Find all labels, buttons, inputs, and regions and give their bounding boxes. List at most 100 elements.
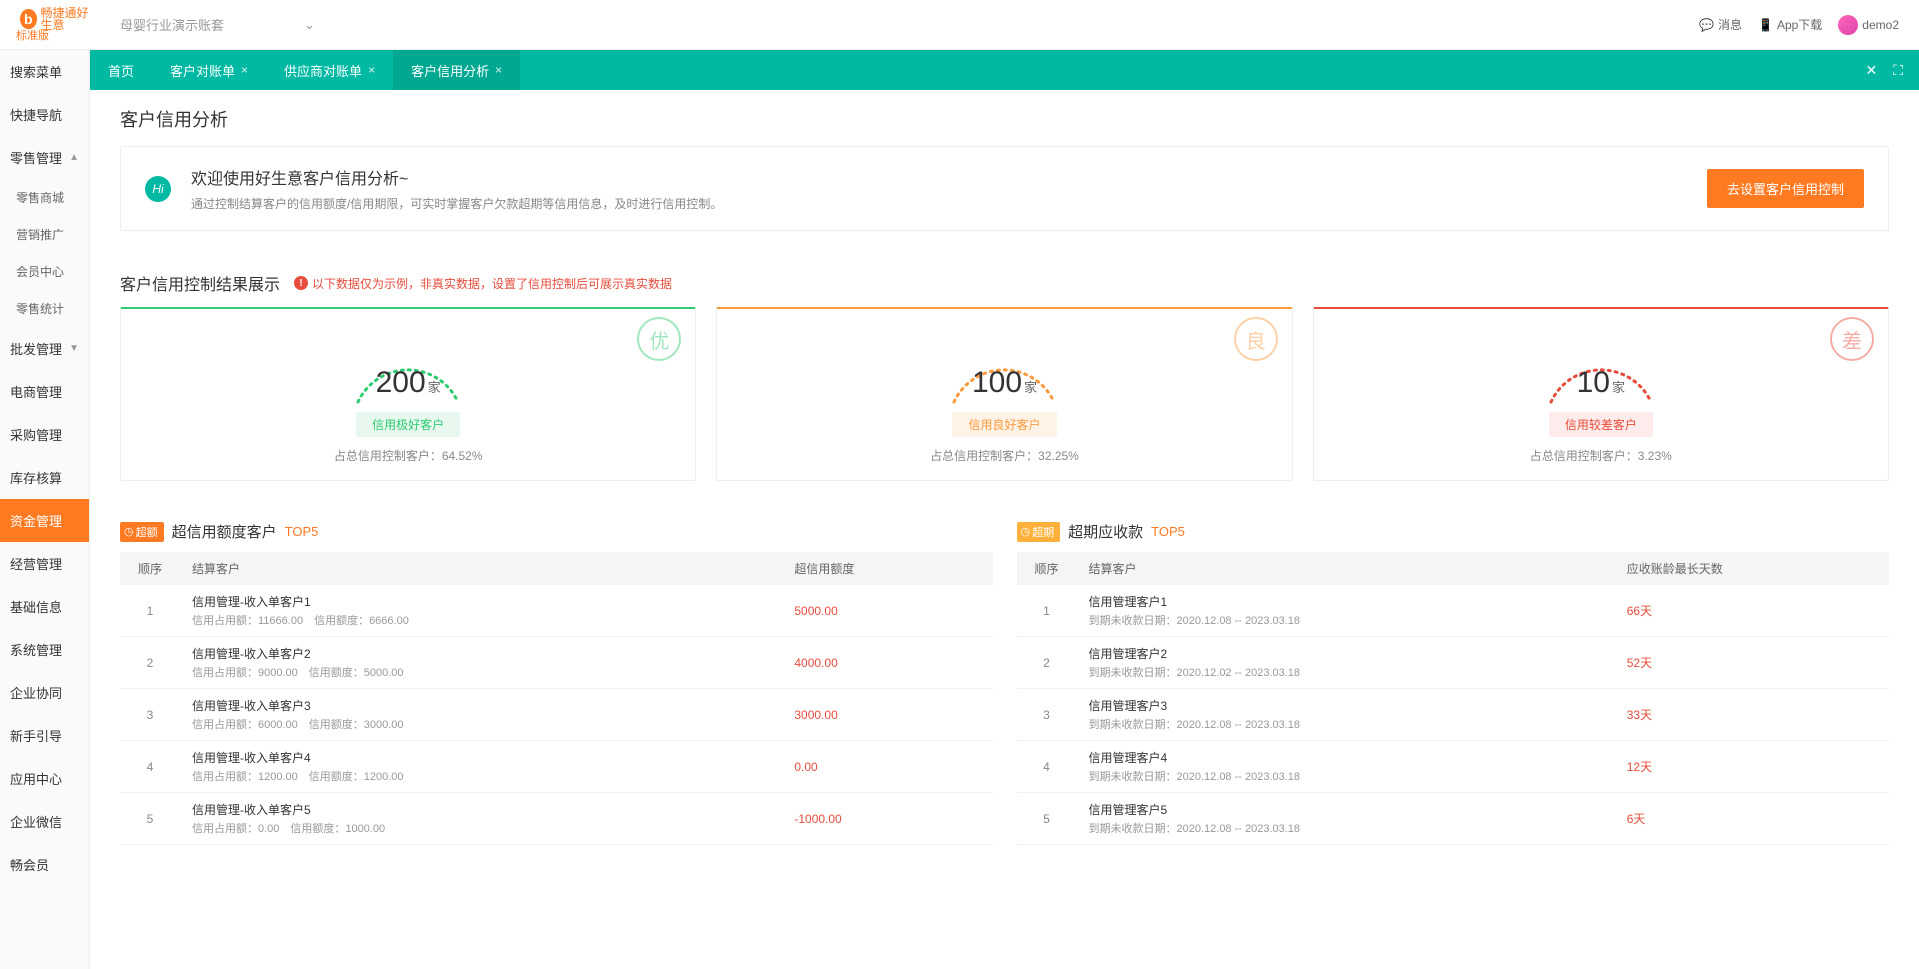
top5-amount-title: 超信用额度客户 xyxy=(172,521,277,542)
caret-up-icon: ▲ xyxy=(69,152,79,163)
warning-icon: ! xyxy=(294,276,308,290)
stat-foot-excellent: 占总信用控制客户：64.52% xyxy=(137,447,679,464)
stat-num-poor: 10 xyxy=(1577,366,1610,400)
tab-supplier-statement[interactable]: 供应商对账单× xyxy=(266,50,393,90)
sidebar-wholesale[interactable]: 批发管理▼ xyxy=(0,327,89,370)
cell-idx: 2 xyxy=(1017,637,1077,689)
app-download-link[interactable]: 📱 App下载 xyxy=(1758,16,1822,33)
cell-customer: 信用管理客户4 到期未收款日期：2020.12.08 -- 2023.03.18 xyxy=(1077,741,1615,793)
tab-customer-statement[interactable]: 客户对账单× xyxy=(152,50,266,90)
stat-tag-poor: 信用较差客户 xyxy=(1549,412,1653,437)
stamp-poor-icon: 差 xyxy=(1830,317,1874,361)
sidebar-retail-mall[interactable]: 零售商城 xyxy=(0,179,89,216)
header-actions: 💬 消息 📱 App下载 demo2 xyxy=(1699,15,1899,35)
content: 客户信用分析 Hi 欢迎使用好生意客户信用分析~ 通过控制结算客户的信用额度/信… xyxy=(90,90,1919,969)
setup-credit-button[interactable]: 去设置客户信用控制 xyxy=(1707,169,1864,208)
hi-icon: Hi xyxy=(145,176,171,202)
avatar xyxy=(1838,15,1858,35)
sidebar-search[interactable]: 搜索菜单 xyxy=(0,50,89,93)
header: b 畅捷通好生意 标准版 母婴行业演示账套 ⌄ 💬 消息 📱 App下载 dem… xyxy=(0,0,1919,50)
close-icon[interactable]: × xyxy=(241,63,248,77)
stat-card-excellent: 优 200家 信用极好客户 占总信用控制客户：64.52% xyxy=(120,307,696,481)
tab-home[interactable]: 首页 xyxy=(90,50,152,90)
customer-name: 信用管理-收入单客户5 xyxy=(192,801,770,818)
top5-overdue: ◷超期 超期应收款 TOP5 顺序 结算客户 应收账龄最长天数 1 信用管理客户… xyxy=(1017,521,1890,845)
sidebar-appcenter[interactable]: 应用中心 xyxy=(0,757,89,800)
sidebar-retail-stats[interactable]: 零售统计 xyxy=(0,290,89,327)
tabs-fullscreen-icon[interactable]: ⛶ xyxy=(1887,58,1909,83)
table-row: 2 信用管理客户2 到期未收款日期：2020.12.02 -- 2023.03.… xyxy=(1017,637,1890,689)
env-dropdown[interactable]: 母婴行业演示账套 ⌄ xyxy=(120,15,315,34)
messages-link[interactable]: 💬 消息 xyxy=(1699,16,1742,33)
cell-idx: 1 xyxy=(1017,585,1077,637)
customer-name: 信用管理客户4 xyxy=(1089,749,1603,766)
customer-name: 信用管理-收入单客户2 xyxy=(192,645,770,662)
stat-num-excellent: 200 xyxy=(376,366,426,400)
close-icon[interactable]: × xyxy=(368,63,375,77)
sidebar-wechat[interactable]: 企业微信 xyxy=(0,800,89,843)
cell-amount: 5000.00 xyxy=(782,585,992,637)
table-row: 5 信用管理-收入单客户5 信用占用额：0.00 信用额度：1000.00 -1… xyxy=(120,793,993,845)
sidebar-operate[interactable]: 经营管理 xyxy=(0,542,89,585)
cell-idx: 3 xyxy=(120,689,180,741)
table-row: 1 信用管理-收入单客户1 信用占用额：11666.00 信用额度：6666.0… xyxy=(120,585,993,637)
top5-row: ◷超额 超信用额度客户 TOP5 顺序 结算客户 超信用额度 1 信用管理-收入… xyxy=(120,521,1889,845)
sidebar-quicknav[interactable]: 快捷导航 xyxy=(0,93,89,136)
stamp-excellent-icon: 优 xyxy=(637,317,681,361)
table-row: 4 信用管理-收入单客户4 信用占用额：1200.00 信用额度：1200.00… xyxy=(120,741,993,793)
cell-amount: -1000.00 xyxy=(782,793,992,845)
sidebar-corp[interactable]: 企业协同 xyxy=(0,671,89,714)
cell-days: 33天 xyxy=(1615,689,1889,741)
sidebar-retail[interactable]: 零售管理▲ xyxy=(0,136,89,179)
message-icon: 💬 xyxy=(1699,18,1714,32)
table-row: 1 信用管理客户1 到期未收款日期：2020.12.08 -- 2023.03.… xyxy=(1017,585,1890,637)
cell-idx: 4 xyxy=(120,741,180,793)
top5-overdue-table: 顺序 结算客户 应收账龄最长天数 1 信用管理客户1 到期未收款日期：2020.… xyxy=(1017,552,1890,845)
result-section-head: 客户信用控制结果展示 ! 以下数据仅为示例，非真实数据，设置了信用控制后可展示真… xyxy=(120,271,1889,295)
col-customer: 结算客户 xyxy=(1077,552,1615,585)
sidebar-vip[interactable]: 畅会员 xyxy=(0,843,89,886)
welcome-card: Hi 欢迎使用好生意客户信用分析~ 通过控制结算客户的信用额度/信用期限，可实时… xyxy=(120,146,1889,231)
page-title: 客户信用分析 xyxy=(120,106,1889,132)
sidebar-retail-member[interactable]: 会员中心 xyxy=(0,253,89,290)
customer-name: 信用管理客户3 xyxy=(1089,697,1603,714)
cell-amount: 0.00 xyxy=(782,741,992,793)
stat-card-good: 良 100家 信用良好客户 占总信用控制客户：32.25% xyxy=(716,307,1292,481)
top5-overdue-tail: TOP5 xyxy=(1151,524,1185,539)
customer-sub: 信用占用额：9000.00 信用额度：5000.00 xyxy=(192,664,770,680)
phone-icon: 📱 xyxy=(1758,18,1773,32)
sidebar-guide[interactable]: 新手引导 xyxy=(0,714,89,757)
col-over-amount: 超信用额度 xyxy=(782,552,992,585)
tabs-close-all-icon[interactable]: ✕ xyxy=(1859,58,1883,83)
cell-customer: 信用管理-收入单客户2 信用占用额：9000.00 信用额度：5000.00 xyxy=(180,637,782,689)
stat-tag-excellent: 信用极好客户 xyxy=(356,412,460,437)
sidebar-purchase[interactable]: 采购管理 xyxy=(0,413,89,456)
close-icon[interactable]: × xyxy=(495,63,502,77)
sidebar-stock[interactable]: 库存核算 xyxy=(0,456,89,499)
table-row: 3 信用管理客户3 到期未收款日期：2020.12.08 -- 2023.03.… xyxy=(1017,689,1890,741)
clock-icon: ◷ xyxy=(1021,525,1031,538)
cell-idx: 2 xyxy=(120,637,180,689)
welcome-title: 欢迎使用好生意客户信用分析~ xyxy=(191,165,722,189)
cell-days: 52天 xyxy=(1615,637,1889,689)
main: 首页 客户对账单× 供应商对账单× 客户信用分析× ✕ ⛶ 客户信用分析 Hi … xyxy=(90,50,1919,969)
table-row: 4 信用管理客户4 到期未收款日期：2020.12.08 -- 2023.03.… xyxy=(1017,741,1890,793)
customer-sub: 信用占用额：1200.00 信用额度：1200.00 xyxy=(192,768,770,784)
customer-sub: 信用占用额：11666.00 信用额度：6666.00 xyxy=(192,612,770,628)
result-title: 客户信用控制结果展示 xyxy=(120,271,280,295)
customer-name: 信用管理-收入单客户4 xyxy=(192,749,770,766)
customer-sub: 信用占用额：6000.00 信用额度：3000.00 xyxy=(192,716,770,732)
sidebar-baseinfo[interactable]: 基础信息 xyxy=(0,585,89,628)
sidebar-ecommerce[interactable]: 电商管理 xyxy=(0,370,89,413)
table-row: 2 信用管理-收入单客户2 信用占用额：9000.00 信用额度：5000.00… xyxy=(120,637,993,689)
tab-credit-analysis[interactable]: 客户信用分析× xyxy=(393,50,520,90)
customer-sub: 到期未收款日期：2020.12.08 -- 2023.03.18 xyxy=(1089,820,1603,836)
badge-over-amount: ◷超额 xyxy=(120,522,164,542)
caret-down-icon: ▼ xyxy=(69,343,79,354)
sidebar-retail-promo[interactable]: 营销推广 xyxy=(0,216,89,253)
user-menu[interactable]: demo2 xyxy=(1838,15,1899,35)
sidebar-funds[interactable]: 资金管理 xyxy=(0,499,89,542)
customer-name: 信用管理客户5 xyxy=(1089,801,1603,818)
sidebar-system[interactable]: 系统管理 xyxy=(0,628,89,671)
gauge-poor: 10家 xyxy=(1526,327,1676,402)
